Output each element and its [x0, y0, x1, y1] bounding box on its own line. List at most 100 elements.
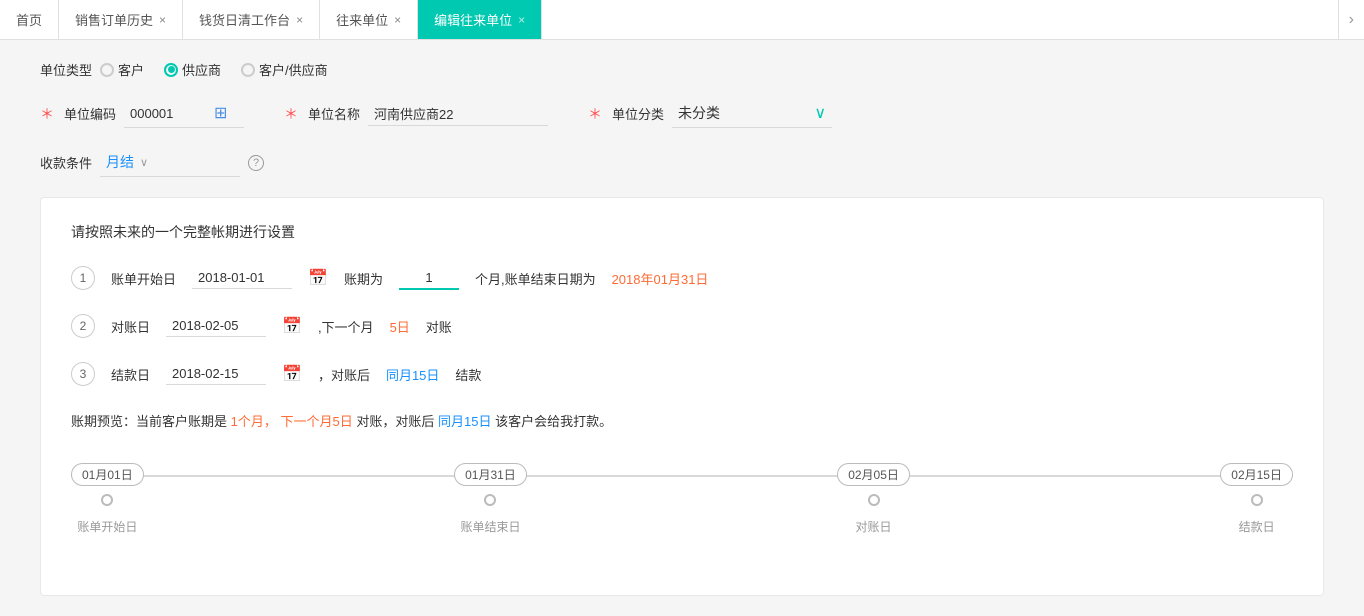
reconcile-date-input[interactable] — [166, 315, 266, 337]
radio-label-customer: 客户 — [118, 60, 144, 79]
code-name-category-row: ＊ 单位编码 ⊞ ＊ 单位名称 ＊ 单位分类 未分类 ∨ — [40, 99, 1324, 128]
timeline: 01月01日账单开始日 01月31日账单结束日 02月05日对账日 02月15日结款日 — [71, 453, 1293, 565]
unit-code-input-wrapper: ⊞ — [124, 99, 244, 128]
tab-label-partner: 往来单位 — [336, 10, 388, 29]
row-num-3: 3 — [71, 362, 95, 386]
unit-type-row: 单位类型 客户 供应商 客户/供应商 — [40, 60, 1324, 79]
radio-label-both: 客户/供应商 — [259, 60, 328, 79]
radio-circle-both — [241, 63, 255, 77]
tab-cash-work[interactable]: 钱货日清工作台 × — [183, 0, 320, 39]
row-label-2: 对账日 — [111, 317, 150, 336]
preview-part3: 对账，对账后 — [356, 414, 434, 429]
tab-label-home: 首页 — [16, 10, 42, 29]
node-top-label-0: 01月01日 — [71, 463, 144, 486]
payment-terms-field: 收款条件 月结 ∨ ? — [40, 148, 264, 177]
timeline-nodes: 01月01日账单开始日 01月31日账单结束日 02月05日对账日 02月15日结款日 — [71, 463, 1293, 535]
settings-section: 请按照未来的一个完整帐期进行设置 1 账单开始日 📅 账期为 个月,账单结束日期… — [40, 197, 1324, 596]
setting-row-3: 3 结款日 📅 ，对账后 同月15日 结款 — [71, 362, 1293, 386]
tab-partner[interactable]: 往来单位 × — [320, 0, 418, 39]
timeline-node-0: 01月01日账单开始日 — [71, 463, 144, 535]
preview-part2: 下一个月5日 — [281, 414, 353, 429]
reconcile-suffix-post: 对账 — [426, 317, 452, 336]
node-bottom-label-3: 结款日 — [1239, 518, 1275, 535]
calendar-icon[interactable]: ⊞ — [214, 103, 227, 123]
category-dropdown-icon: ∨ — [814, 103, 826, 123]
unit-category-select[interactable]: 未分类 ∨ — [672, 99, 832, 128]
section-title: 请按照未来的一个完整帐期进行设置 — [71, 222, 1293, 242]
tab-label-edit-partner: 编辑往来单位 — [434, 10, 512, 29]
payment-help-icon[interactable]: ? — [248, 155, 264, 171]
main-content: 单位类型 客户 供应商 客户/供应商 ＊ 单位编码 ⊞ ＊ 单位名称 ＊ 单位分类 … — [0, 40, 1364, 616]
timeline-node-1: 01月31日账单结束日 — [454, 463, 527, 535]
node-top-label-1: 01月31日 — [454, 463, 527, 486]
radio-label-supplier: 供应商 — [182, 60, 221, 79]
payment-terms-row: 收款条件 月结 ∨ ? — [40, 148, 1324, 177]
tab-edit-partner[interactable]: 编辑往来单位 × — [418, 0, 542, 39]
tab-arrow[interactable]: › — [1338, 0, 1364, 39]
tab-close-cash-work[interactable]: × — [296, 13, 303, 27]
node-bottom-label-1: 账单结束日 — [460, 518, 520, 535]
payment-dropdown-icon: ∨ — [140, 156, 148, 169]
payment-date-input[interactable] — [166, 363, 266, 385]
reconcile-calendar-icon[interactable]: 📅 — [282, 316, 302, 336]
start-calendar-icon[interactable]: 📅 — [308, 268, 328, 288]
payment-calendar-icon[interactable]: 📅 — [282, 364, 302, 384]
tab-sales-order[interactable]: 销售订单历史 × — [59, 0, 183, 39]
name-required: ＊ — [284, 104, 298, 124]
end-date-highlight: 2018年01月31日 — [612, 269, 709, 288]
unit-code-field: ＊ 单位编码 ⊞ — [40, 99, 244, 128]
unit-type-label: 单位类型 — [40, 60, 92, 79]
code-required: ＊ — [40, 104, 54, 124]
reconcile-suffix-pre: ,下一个月 — [318, 317, 374, 336]
unit-name-label: 单位名称 — [308, 104, 360, 123]
node-dot-1 — [484, 494, 496, 506]
row-label-3: 结款日 — [111, 365, 150, 384]
radio-group: 客户 供应商 客户/供应商 — [100, 60, 328, 79]
node-dot-0 — [101, 494, 113, 506]
reconcile-day-highlight: 5日 — [390, 317, 410, 336]
tab-bar: 首页 销售订单历史 × 钱货日清工作台 × 往来单位 × 编辑往来单位 × › — [0, 0, 1364, 40]
unit-category-field: ＊ 单位分类 未分类 ∨ — [588, 99, 832, 128]
node-top-label-3: 02月15日 — [1220, 463, 1293, 486]
timeline-node-3: 02月15日结款日 — [1220, 463, 1293, 535]
period-suffix-1: 个月,账单结束日期为 — [475, 269, 596, 288]
payment-terms-select[interactable]: 月结 ∨ — [100, 148, 240, 177]
timeline-node-2: 02月05日对账日 — [837, 463, 910, 535]
radio-customer[interactable]: 客户 — [100, 60, 144, 79]
tab-home[interactable]: 首页 — [0, 0, 59, 39]
unit-type-field: 单位类型 客户 供应商 客户/供应商 — [40, 60, 328, 79]
node-dot-3 — [1251, 494, 1263, 506]
tab-close-sales-order[interactable]: × — [159, 13, 166, 27]
tab-label-cash-work: 钱货日清工作台 — [199, 10, 290, 29]
setting-row-1: 1 账单开始日 📅 账期为 个月,账单结束日期为 2018年01月31日 — [71, 266, 1293, 290]
start-date-input[interactable] — [192, 267, 292, 289]
radio-supplier[interactable]: 供应商 — [164, 60, 221, 79]
unit-code-label: 单位编码 — [64, 104, 116, 123]
node-bottom-label-0: 账单开始日 — [77, 518, 137, 535]
unit-code-input[interactable] — [130, 106, 210, 121]
payment-suffix-pre: ，对账后 — [318, 365, 370, 384]
radio-circle-customer — [100, 63, 114, 77]
tab-close-edit-partner[interactable]: × — [518, 13, 525, 27]
preview-prefix: 账期预览：当前客户账期是 — [71, 414, 227, 429]
preview-part5: 该客户会给我打款。 — [495, 414, 612, 429]
payment-terms-label: 收款条件 — [40, 153, 92, 172]
payment-day-highlight: 同月15日 — [386, 365, 439, 384]
preview-part4: 同月15日 — [438, 414, 491, 429]
radio-both[interactable]: 客户/供应商 — [241, 60, 328, 79]
unit-category-label: 单位分类 — [612, 104, 664, 123]
period-months-input[interactable] — [399, 267, 459, 290]
setting-row-2: 2 对账日 📅 ,下一个月 5日 对账 — [71, 314, 1293, 338]
tab-label-sales-order: 销售订单历史 — [75, 10, 153, 29]
payment-suffix-post: 结款 — [455, 365, 481, 384]
radio-circle-supplier — [164, 63, 178, 77]
period-prefix: 账期为 — [344, 269, 383, 288]
node-bottom-label-2: 对账日 — [856, 518, 892, 535]
unit-name-input[interactable] — [368, 102, 548, 126]
unit-category-value: 未分类 — [678, 103, 720, 123]
payment-terms-value: 月结 — [106, 152, 134, 172]
tab-close-partner[interactable]: × — [394, 13, 401, 27]
node-top-label-2: 02月05日 — [837, 463, 910, 486]
preview-part1: 1个月， — [231, 414, 277, 429]
row-num-1: 1 — [71, 266, 95, 290]
